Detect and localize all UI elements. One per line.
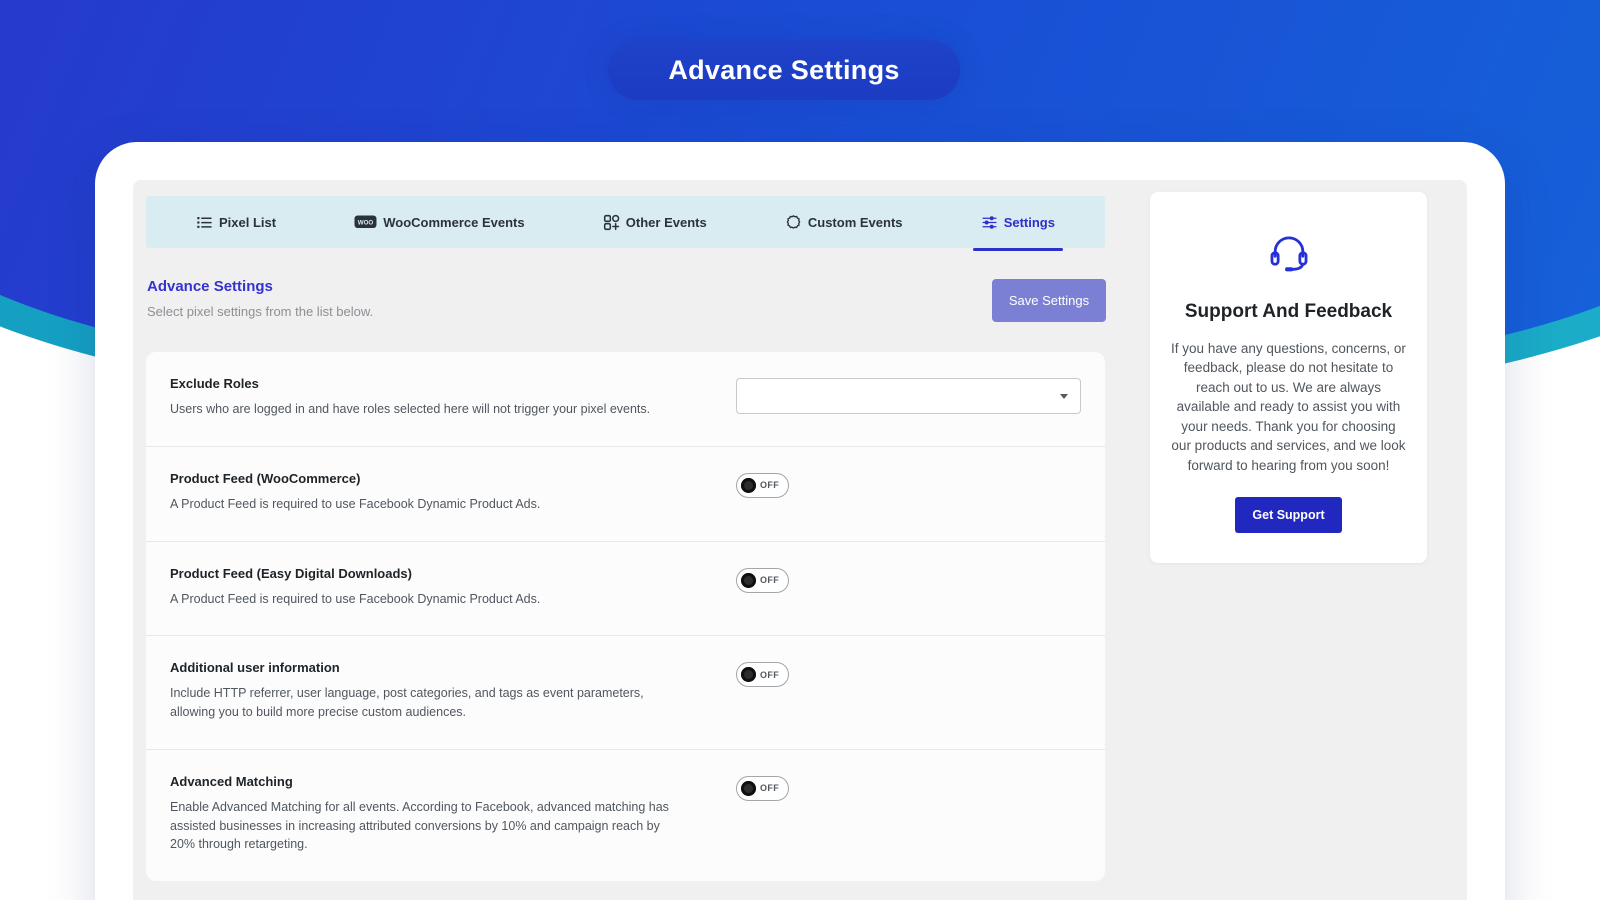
sliders-icon <box>981 214 998 231</box>
svg-text:WOO: WOO <box>358 219 374 226</box>
toggle-state-label: OFF <box>760 480 779 490</box>
advanced-matching-toggle[interactable]: OFF <box>736 776 789 801</box>
setting-description: Enable Advanced Matching for all events.… <box>170 798 675 854</box>
setting-title: Product Feed (Easy Digital Downloads) <box>170 566 706 581</box>
setting-row-additional-user-info: Additional user information Include HTTP… <box>146 635 1105 749</box>
tab-other-events[interactable]: Other Events <box>603 196 707 248</box>
settings-list: Exclude Roles Users who are logged in an… <box>146 352 1105 881</box>
toggle-knob <box>741 781 756 796</box>
main-card: Pixel List WOO WooCommerce Events Other … <box>95 142 1505 900</box>
setting-row-advanced-matching: Advanced Matching Enable Advanced Matchi… <box>146 749 1105 881</box>
page-title-text: Advance Settings <box>668 55 899 86</box>
support-body: If you have any questions, concerns, or … <box>1171 339 1407 475</box>
setting-text: Advanced Matching Enable Advanced Matchi… <box>170 774 736 854</box>
setting-description: Users who are logged in and have roles s… <box>170 400 675 419</box>
setting-control: OFF <box>736 568 1081 593</box>
setting-text: Additional user information Include HTTP… <box>170 660 736 722</box>
tab-label: Custom Events <box>808 215 903 230</box>
toggle-knob <box>741 478 756 493</box>
tab-woocommerce-events[interactable]: WOO WooCommerce Events <box>354 196 524 248</box>
toggle-state-label: OFF <box>760 575 779 585</box>
tab-settings[interactable]: Settings <box>981 196 1055 248</box>
chevron-down-icon <box>1060 394 1068 399</box>
setting-text: Exclude Roles Users who are logged in an… <box>170 376 736 419</box>
page-title: Advance Settings <box>608 40 960 100</box>
setting-row-exclude-roles: Exclude Roles Users who are logged in an… <box>146 352 1105 446</box>
toggle-knob <box>741 573 756 588</box>
support-card: Support And Feedback If you have any que… <box>1150 192 1427 563</box>
list-icon <box>196 214 213 231</box>
support-title: Support And Feedback <box>1185 301 1392 323</box>
setting-description: A Product Feed is required to use Facebo… <box>170 495 675 514</box>
grid-add-icon <box>603 214 620 231</box>
save-settings-button[interactable]: Save Settings <box>992 279 1106 322</box>
setting-description: Include HTTP referrer, user language, po… <box>170 684 675 722</box>
toggle-state-label: OFF <box>760 670 779 680</box>
headset-icon <box>1261 230 1317 275</box>
setting-text: Product Feed (WooCommerce) A Product Fee… <box>170 471 736 514</box>
setting-title: Product Feed (WooCommerce) <box>170 471 706 486</box>
section-subtitle: Select pixel settings from the list belo… <box>147 304 373 319</box>
tab-custom-events[interactable]: Custom Events <box>785 196 903 248</box>
tab-pixel-list[interactable]: Pixel List <box>196 196 276 248</box>
product-feed-woocommerce-toggle[interactable]: OFF <box>736 473 789 498</box>
tab-label: Pixel List <box>219 215 276 230</box>
tab-label: Settings <box>1004 215 1055 230</box>
woo-badge-icon: WOO <box>354 215 377 230</box>
setting-control: OFF <box>736 662 1081 687</box>
seal-badge-icon <box>785 214 802 231</box>
setting-title: Advanced Matching <box>170 774 706 789</box>
toggle-state-label: OFF <box>760 783 779 793</box>
additional-user-info-toggle[interactable]: OFF <box>736 662 789 687</box>
section-title: Advance Settings <box>147 278 273 295</box>
tab-label: WooCommerce Events <box>383 215 524 230</box>
tab-bar: Pixel List WOO WooCommerce Events Other … <box>146 196 1105 248</box>
setting-control: OFF <box>736 776 1081 801</box>
setting-control: OFF <box>736 473 1081 498</box>
tab-label: Other Events <box>626 215 707 230</box>
setting-control <box>736 378 1081 414</box>
setting-title: Exclude Roles <box>170 376 706 391</box>
toggle-knob <box>741 667 756 682</box>
exclude-roles-select[interactable] <box>736 378 1081 414</box>
setting-text: Product Feed (Easy Digital Downloads) A … <box>170 566 736 609</box>
setting-description: A Product Feed is required to use Facebo… <box>170 590 675 609</box>
content-panel: Pixel List WOO WooCommerce Events Other … <box>133 180 1467 900</box>
get-support-button[interactable]: Get Support <box>1235 497 1341 533</box>
setting-title: Additional user information <box>170 660 706 675</box>
product-feed-edd-toggle[interactable]: OFF <box>736 568 789 593</box>
setting-row-product-feed-woocommerce: Product Feed (WooCommerce) A Product Fee… <box>146 446 1105 541</box>
setting-row-product-feed-edd: Product Feed (Easy Digital Downloads) A … <box>146 541 1105 636</box>
